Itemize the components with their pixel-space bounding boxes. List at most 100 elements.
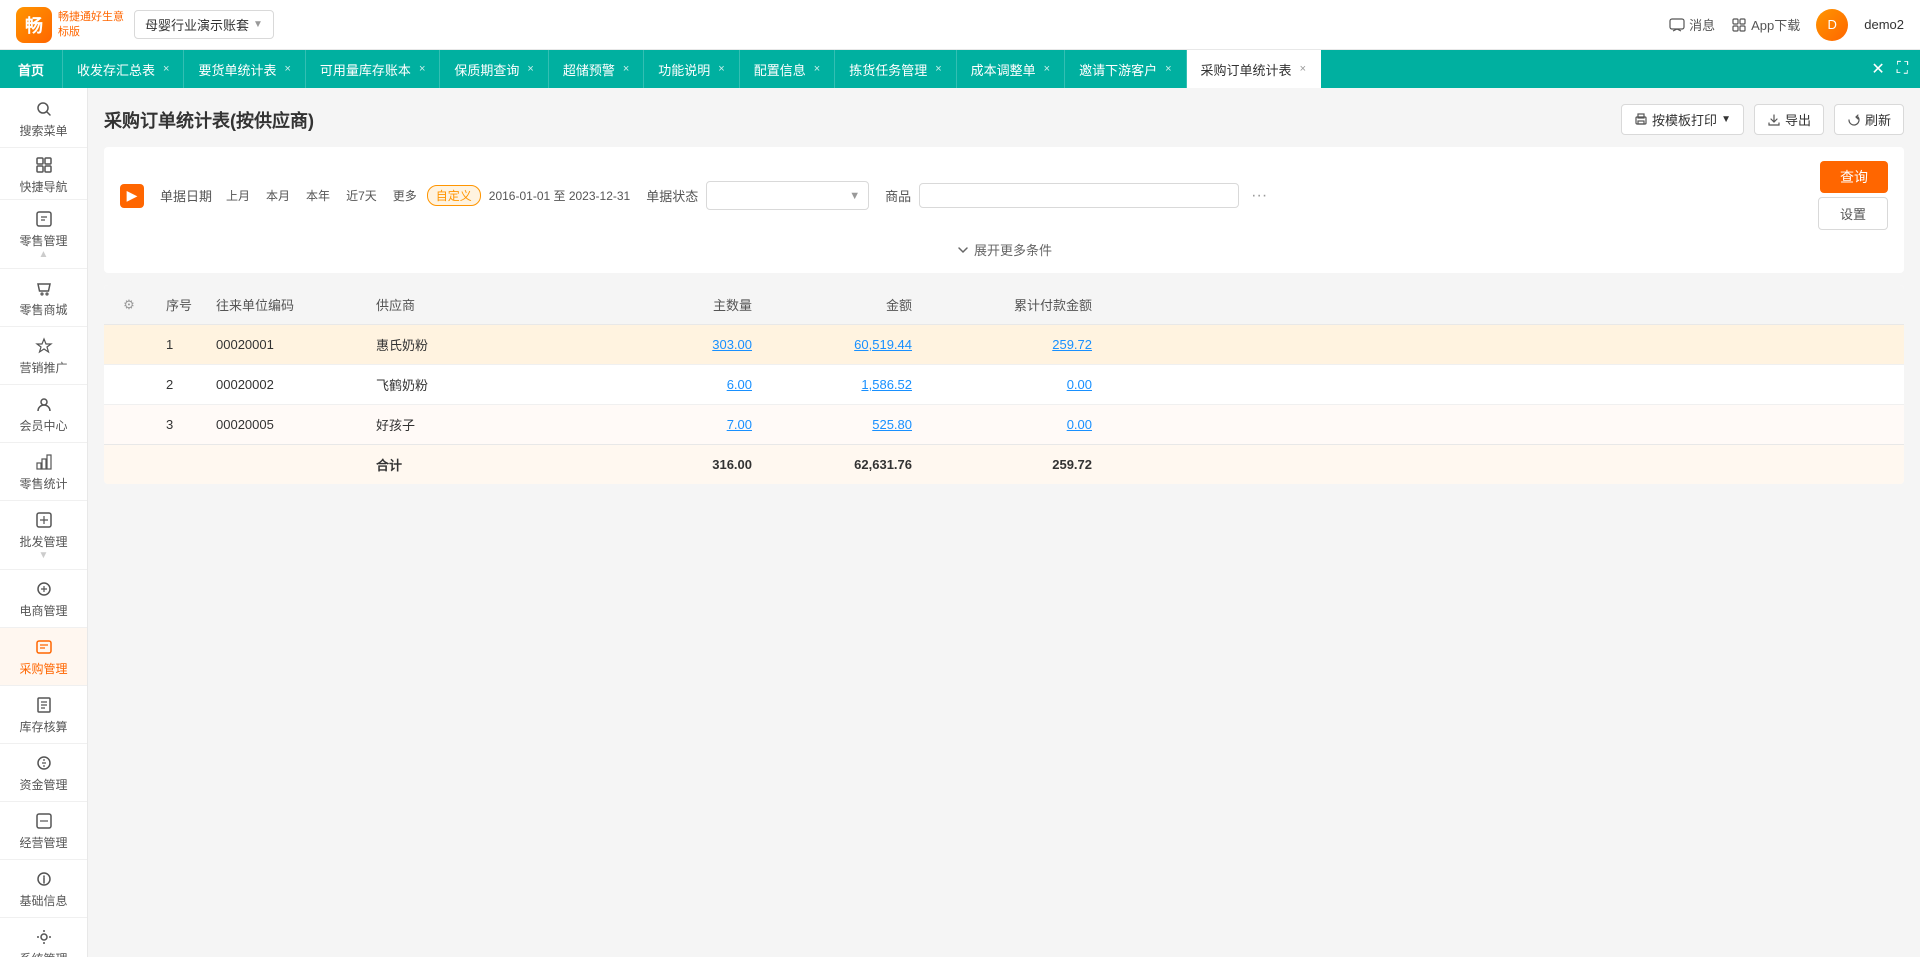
refresh-icon: [1847, 113, 1861, 127]
avatar[interactable]: D: [1816, 9, 1848, 41]
sidebar-item-stock-check[interactable]: 库存核算: [0, 686, 87, 744]
sidebar-quick-nav-btn[interactable]: 快捷导航: [0, 148, 87, 200]
sidebar-search-btn[interactable]: 搜索菜单: [0, 88, 87, 148]
row-1-num: 1: [154, 325, 204, 365]
date-shortcut-last-month[interactable]: 上月: [220, 185, 256, 206]
sidebar-basic-info-label: 基础信息: [19, 892, 67, 909]
retail-stat-icon: [35, 453, 53, 471]
tab-cost-adjust[interactable]: 成本调整单 ×: [957, 50, 1065, 88]
sidebar-item-basic-info[interactable]: 基础信息: [0, 860, 87, 918]
table-row[interactable]: 3 00020005 好孩子 7.00 525.80 0.00: [104, 405, 1904, 445]
date-shortcut-this-year[interactable]: 本年: [300, 185, 336, 206]
tab-config-info-close[interactable]: ×: [814, 63, 820, 75]
app-download-btn[interactable]: App下载: [1731, 15, 1800, 34]
sidebar-item-retail-mgmt[interactable]: 零售管理 ▲: [0, 200, 87, 269]
filter-date-range: 2016-01-01 至 2023-12-31: [489, 187, 630, 204]
row-1-amount: 60,519.44: [764, 325, 924, 365]
sidebar-stock-check-label: 库存核算: [19, 718, 67, 735]
table-row[interactable]: 1 00020001 惠氏奶粉 303.00 60,519.44 259.72: [104, 325, 1904, 365]
refresh-btn[interactable]: 刷新: [1834, 104, 1904, 135]
table-row[interactable]: 2 00020002 飞鹤奶粉 6.00 1,586.52 0.00: [104, 365, 1904, 405]
tab-available-stock-close[interactable]: ×: [419, 63, 425, 75]
tab-receive-summary-close[interactable]: ×: [163, 63, 169, 75]
sidebar-system-mgmt-label: 系统管理: [19, 950, 67, 957]
tab-func-desc-close[interactable]: ×: [718, 63, 724, 75]
tab-receive-summary[interactable]: 收发存汇总表 ×: [63, 50, 184, 88]
filter-goods-input[interactable]: [919, 183, 1239, 208]
sidebar: 搜索菜单 快捷导航 零售管理 ▲ 零售商城 营销推广 会员中心 零售统计: [0, 88, 88, 957]
tab-func-desc[interactable]: 功能说明 ×: [644, 50, 739, 88]
filter-date-group: 单据日期 上月 本月 本年 近7天 更多 自定义 2016-01-01 至 20…: [160, 185, 630, 206]
app-download-icon: [1731, 17, 1747, 33]
filter-status-arrow-icon: ▼: [849, 190, 860, 202]
query-btn[interactable]: 查询: [1820, 161, 1888, 193]
export-btn[interactable]: 导出: [1754, 104, 1824, 135]
tab-maximize-icon[interactable]: ⛶: [1893, 56, 1912, 82]
sidebar-item-retail-mall[interactable]: 零售商城: [0, 269, 87, 327]
sidebar-item-purchase-mgmt[interactable]: 采购管理: [0, 628, 87, 686]
tab-expiry-query-close[interactable]: ×: [527, 63, 533, 75]
tab-expiry-query[interactable]: 保质期查询 ×: [440, 50, 548, 88]
filter-toggle-btn[interactable]: ▶: [120, 184, 144, 208]
filter-date-label: 单据日期: [160, 186, 212, 205]
settings-btn[interactable]: 设置: [1818, 197, 1888, 230]
tab-available-stock[interactable]: 可用量库存账本 ×: [306, 50, 440, 88]
tab-overstock-alert-close[interactable]: ×: [623, 63, 629, 75]
sidebar-item-member-center[interactable]: 会员中心: [0, 385, 87, 443]
tab-purchase-stat-close[interactable]: ×: [284, 63, 290, 75]
app-download-label: App下载: [1751, 15, 1800, 34]
row-3-code: 00020005: [204, 405, 364, 445]
footer-paid: 259.72: [924, 445, 1104, 485]
col-header-amount: 金额: [764, 285, 924, 325]
tab-purchase-order-stat-close[interactable]: ×: [1300, 63, 1306, 75]
sidebar-item-ops-mgmt[interactable]: 经营管理: [0, 802, 87, 860]
page-header: 采购订单统计表(按供应商) 按模板打印 ▼ 导出 刷新: [104, 104, 1904, 135]
logo-text-line1: 畅捷通好生意: [58, 10, 124, 24]
filter-goods-more-btn[interactable]: ···: [1247, 187, 1271, 205]
tab-purchase-order-stat[interactable]: 采购订单统计表 ×: [1187, 50, 1321, 88]
retail-mgmt-icon: [35, 210, 53, 228]
tab-invite-downstream-close[interactable]: ×: [1165, 63, 1171, 75]
row-1-paid: 259.72: [924, 325, 1104, 365]
sidebar-item-capital-mgmt[interactable]: 资金管理: [0, 744, 87, 802]
col-header-qty: 主数量: [604, 285, 764, 325]
tab-overstock-alert[interactable]: 超储预警 ×: [549, 50, 644, 88]
workspace-selector[interactable]: 母婴行业演示账套 ▼: [134, 10, 274, 39]
sidebar-retail-mgmt-label: 零售管理: [19, 232, 67, 249]
custom-date-tag[interactable]: 自定义: [427, 185, 481, 206]
sidebar-quick-nav-label: 快捷导航: [19, 178, 67, 195]
row-2-extra: [1104, 365, 1904, 405]
message-btn[interactable]: 消息: [1669, 15, 1715, 34]
date-shortcut-last-7-days[interactable]: 近7天: [340, 185, 383, 206]
sidebar-ops-mgmt-label: 经营管理: [19, 834, 67, 851]
sidebar-capital-mgmt-label: 资金管理: [19, 776, 67, 793]
tab-config-info[interactable]: 配置信息 ×: [740, 50, 835, 88]
col-header-settings[interactable]: ⚙: [104, 285, 154, 325]
tab-invite-downstream[interactable]: 邀请下游客户 ×: [1065, 50, 1186, 88]
table-settings-icon[interactable]: ⚙: [123, 297, 135, 312]
date-shortcut-this-month[interactable]: 本月: [260, 185, 296, 206]
tab-close-icon[interactable]: ✕: [1867, 55, 1888, 83]
tab-pick-task-close[interactable]: ×: [935, 63, 941, 75]
page-title: 采购订单统计表(按供应商): [104, 107, 314, 133]
row-3-settings: [104, 405, 154, 445]
sidebar-item-retail-stat[interactable]: 零售统计: [0, 443, 87, 501]
expand-more-btn[interactable]: 展开更多条件: [120, 240, 1888, 259]
sidebar-item-ecommerce-mgmt[interactable]: 电商管理: [0, 570, 87, 628]
filter-status-select[interactable]: ▼: [706, 181, 869, 210]
tab-cost-adjust-close[interactable]: ×: [1044, 63, 1050, 75]
sidebar-item-system-mgmt[interactable]: 系统管理: [0, 918, 87, 957]
top-bar-left: 畅 畅捷通好生意 标版 母婴行业演示账套 ▼: [16, 7, 274, 43]
sidebar-item-wholesale-mgmt[interactable]: 批发管理 ▼: [0, 501, 87, 570]
tab-pick-task[interactable]: 拣货任务管理 ×: [835, 50, 956, 88]
sidebar-item-marketing[interactable]: 营销推广: [0, 327, 87, 385]
row-2-code: 00020002: [204, 365, 364, 405]
username-label[interactable]: demo2: [1864, 17, 1904, 32]
filter-panel: ▶ 单据日期 上月 本月 本年 近7天 更多 自定义 2016-01-01 至 …: [104, 147, 1904, 273]
print-btn[interactable]: 按模板打印 ▼: [1621, 104, 1744, 135]
row-1-extra: [1104, 325, 1904, 365]
date-shortcut-more[interactable]: 更多: [387, 185, 423, 206]
tab-purchase-stat[interactable]: 要货单统计表 ×: [184, 50, 305, 88]
tab-home[interactable]: 首页: [0, 50, 63, 88]
row-2-supplier: 飞鹤奶粉: [364, 365, 604, 405]
